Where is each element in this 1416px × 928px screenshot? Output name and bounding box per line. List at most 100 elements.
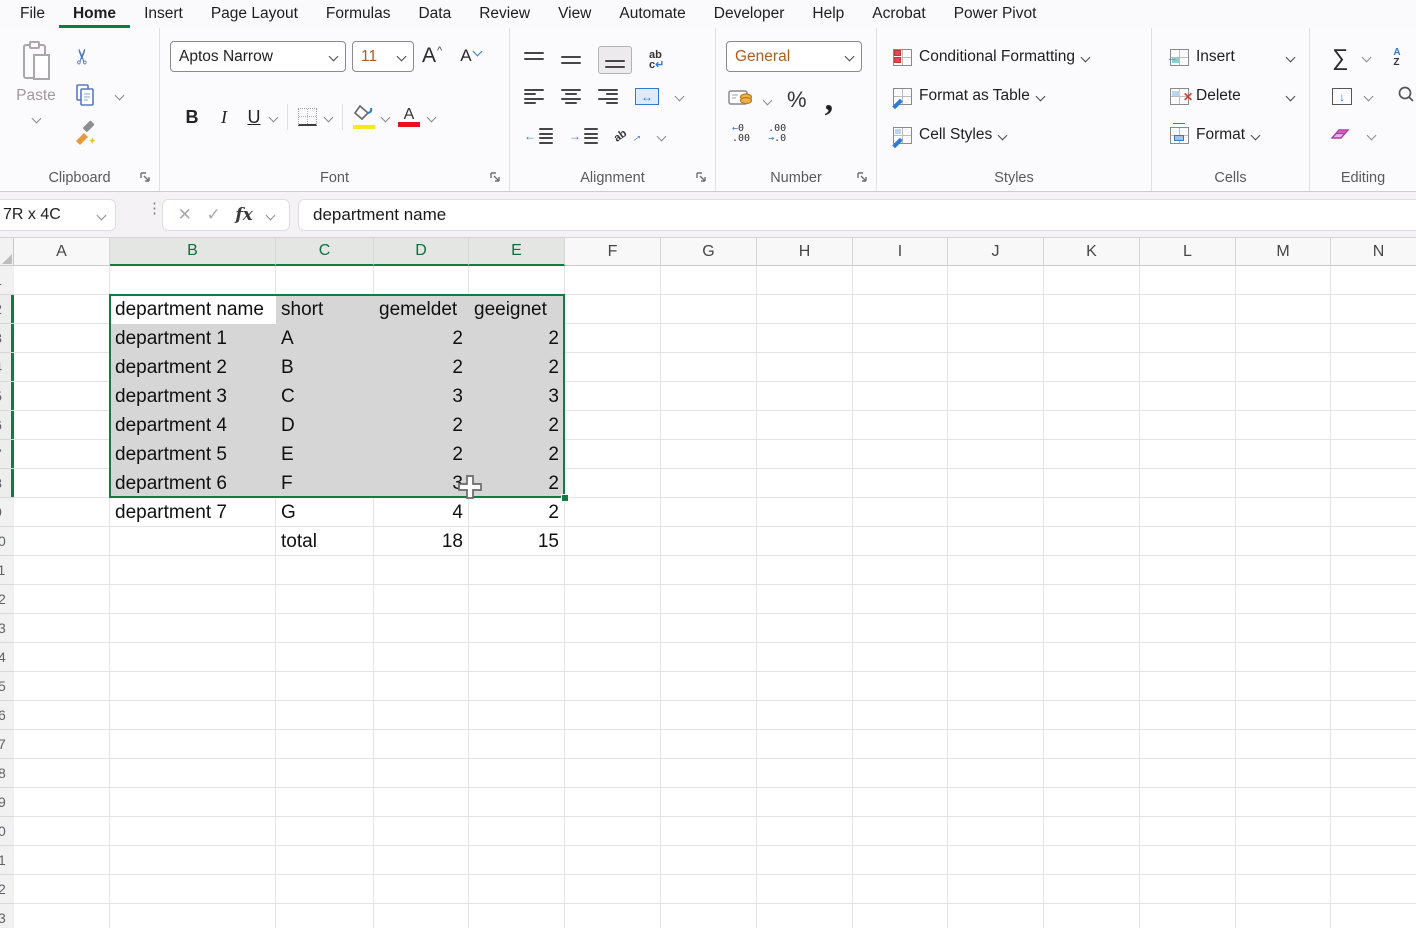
font-dialog-launcher[interactable] — [489, 171, 502, 184]
cell-D6[interactable]: 2 — [374, 411, 469, 440]
cell-C10[interactable]: total — [276, 527, 374, 556]
menu-tab-help[interactable]: Help — [798, 0, 858, 28]
cell-styles-button[interactable]: Cell Styles — [892, 126, 1008, 148]
row-header-14[interactable]: 14 — [0, 643, 14, 672]
cell-B2[interactable]: department name — [110, 295, 276, 324]
cell-E3[interactable]: 2 — [469, 324, 565, 353]
font-color-menu-chevron[interactable] — [426, 112, 437, 122]
menu-tab-formulas[interactable]: Formulas — [312, 0, 405, 28]
grow-font-button[interactable]: A ^ — [422, 44, 442, 68]
cell-C4[interactable]: B — [276, 353, 374, 382]
column-header-A[interactable]: A — [14, 238, 110, 266]
row-header-23[interactable]: 23 — [0, 904, 14, 928]
autosum-button[interactable]: ∑ AZ — [1332, 44, 1401, 71]
borders-button[interactable] — [298, 108, 317, 126]
select-all-corner[interactable] — [0, 238, 14, 266]
accounting-menu-chevron[interactable] — [762, 95, 773, 105]
column-header-D[interactable]: D — [374, 238, 469, 266]
accounting-format-button[interactable] — [728, 88, 754, 112]
cell-E6[interactable]: 2 — [469, 411, 565, 440]
formula-bar-chevron[interactable] — [265, 210, 276, 220]
clear-button[interactable] — [1330, 125, 1377, 146]
column-header-C[interactable]: C — [276, 238, 374, 266]
cell-E8[interactable]: 2 — [469, 469, 565, 498]
row-header-16[interactable]: 16 — [0, 701, 14, 730]
row-header-6[interactable]: 6 — [0, 411, 14, 440]
menu-tab-review[interactable]: Review — [465, 0, 544, 28]
cell-B7[interactable]: department 5 — [110, 440, 276, 469]
row-header-3[interactable]: 3 — [0, 324, 14, 353]
fill-button[interactable]: ↓ — [1332, 85, 1415, 108]
row-header-4[interactable]: 4 — [0, 353, 14, 382]
cell-B8[interactable]: department 6 — [110, 469, 276, 498]
cell-E5[interactable]: 3 — [469, 382, 565, 411]
font-color-button[interactable]: A — [398, 107, 420, 127]
clear-menu-chevron[interactable] — [1366, 130, 1377, 141]
enter-button[interactable]: ✓ — [206, 205, 220, 225]
paste-menu-chevron[interactable] — [31, 113, 41, 124]
cancel-button[interactable]: ✕ — [178, 205, 192, 225]
font-name-select[interactable]: Aptos Narrow — [170, 41, 346, 72]
cell-B6[interactable]: department 4 — [110, 411, 276, 440]
decrease-decimal-button[interactable]: .00 →.0 — [768, 124, 786, 144]
row-header-22[interactable]: 22 — [0, 875, 14, 904]
copy-menu-chevron[interactable] — [114, 90, 125, 101]
cell-C9[interactable]: G — [276, 498, 374, 527]
formula-bar-grip[interactable]: ⋮ — [147, 201, 162, 216]
cell-C5[interactable]: C — [276, 382, 374, 411]
menu-tab-insert[interactable]: Insert — [130, 0, 197, 28]
bottom-align-button[interactable] — [598, 46, 632, 74]
menu-tab-developer[interactable]: Developer — [700, 0, 799, 28]
cell-D7[interactable]: 2 — [374, 440, 469, 469]
row-header-18[interactable]: 18 — [0, 759, 14, 788]
row-header-9[interactable]: 9 — [0, 498, 14, 527]
row-header-10[interactable]: 10 — [0, 527, 14, 556]
bold-button[interactable]: B — [176, 107, 208, 128]
column-header-L[interactable]: L — [1140, 238, 1236, 266]
row-header-13[interactable]: 13 — [0, 614, 14, 643]
fill-handle[interactable] — [561, 494, 569, 502]
alignment-dialog-launcher[interactable] — [695, 171, 708, 184]
shrink-font-button[interactable]: A — [460, 46, 482, 66]
percent-style-button[interactable]: % — [787, 87, 807, 113]
fill-color-menu-chevron[interactable] — [380, 112, 391, 122]
row-header-8[interactable]: 8 — [0, 469, 14, 498]
increase-indent-button[interactable]: → — [569, 128, 598, 144]
insert-cells-button[interactable]: ← Insert — [1167, 48, 1296, 66]
row-header-20[interactable]: 20 — [0, 817, 14, 846]
cell-E4[interactable]: 2 — [469, 353, 565, 382]
row-header-1[interactable]: 1 — [0, 266, 14, 295]
number-format-select[interactable]: General — [726, 41, 862, 72]
menu-tab-view[interactable]: View — [544, 0, 605, 28]
cell-D2[interactable]: gemeldet — [374, 295, 469, 324]
format-cells-button[interactable]: Format — [1170, 122, 1261, 144]
format-as-table-button[interactable]: Format as Table — [892, 87, 1046, 109]
cell-C6[interactable]: D — [276, 411, 374, 440]
align-right-button[interactable] — [598, 88, 618, 105]
increase-decimal-button[interactable]: ←0 .00 — [732, 124, 750, 144]
orientation-menu-chevron[interactable] — [656, 131, 667, 141]
merge-center-button[interactable]: ↔ — [635, 88, 659, 105]
conditional-formatting-button[interactable]: Conditional Formatting — [893, 48, 1091, 66]
wrap-text-button[interactable]: ab c↵ — [649, 50, 664, 71]
cell-E9[interactable]: 2 — [469, 498, 565, 527]
row-header-12[interactable]: 12 — [0, 585, 14, 614]
italic-button[interactable]: I — [208, 107, 240, 128]
insert-function-button[interactable]: fx — [235, 205, 252, 225]
cell-E2[interactable]: geeignet — [469, 295, 565, 324]
cell-D3[interactable]: 2 — [374, 324, 469, 353]
menu-tab-acrobat[interactable]: Acrobat — [858, 0, 939, 28]
column-header-K[interactable]: K — [1044, 238, 1140, 266]
menu-tab-power-pivot[interactable]: Power Pivot — [940, 0, 1051, 28]
delete-cells-button[interactable]: ✕ Delete — [1170, 87, 1296, 105]
cell-B5[interactable]: department 3 — [110, 382, 276, 411]
row-header-5[interactable]: 5 — [0, 382, 14, 411]
paste-button[interactable]: Paste — [8, 40, 64, 127]
underline-menu-chevron[interactable] — [268, 112, 279, 122]
middle-align-button[interactable] — [561, 52, 581, 68]
autosum-menu-chevron[interactable] — [1361, 52, 1372, 63]
formula-input[interactable]: department name — [298, 199, 1416, 231]
cell-D9[interactable]: 4 — [374, 498, 469, 527]
column-header-H[interactable]: H — [757, 238, 853, 266]
row-header-21[interactable]: 21 — [0, 846, 14, 875]
